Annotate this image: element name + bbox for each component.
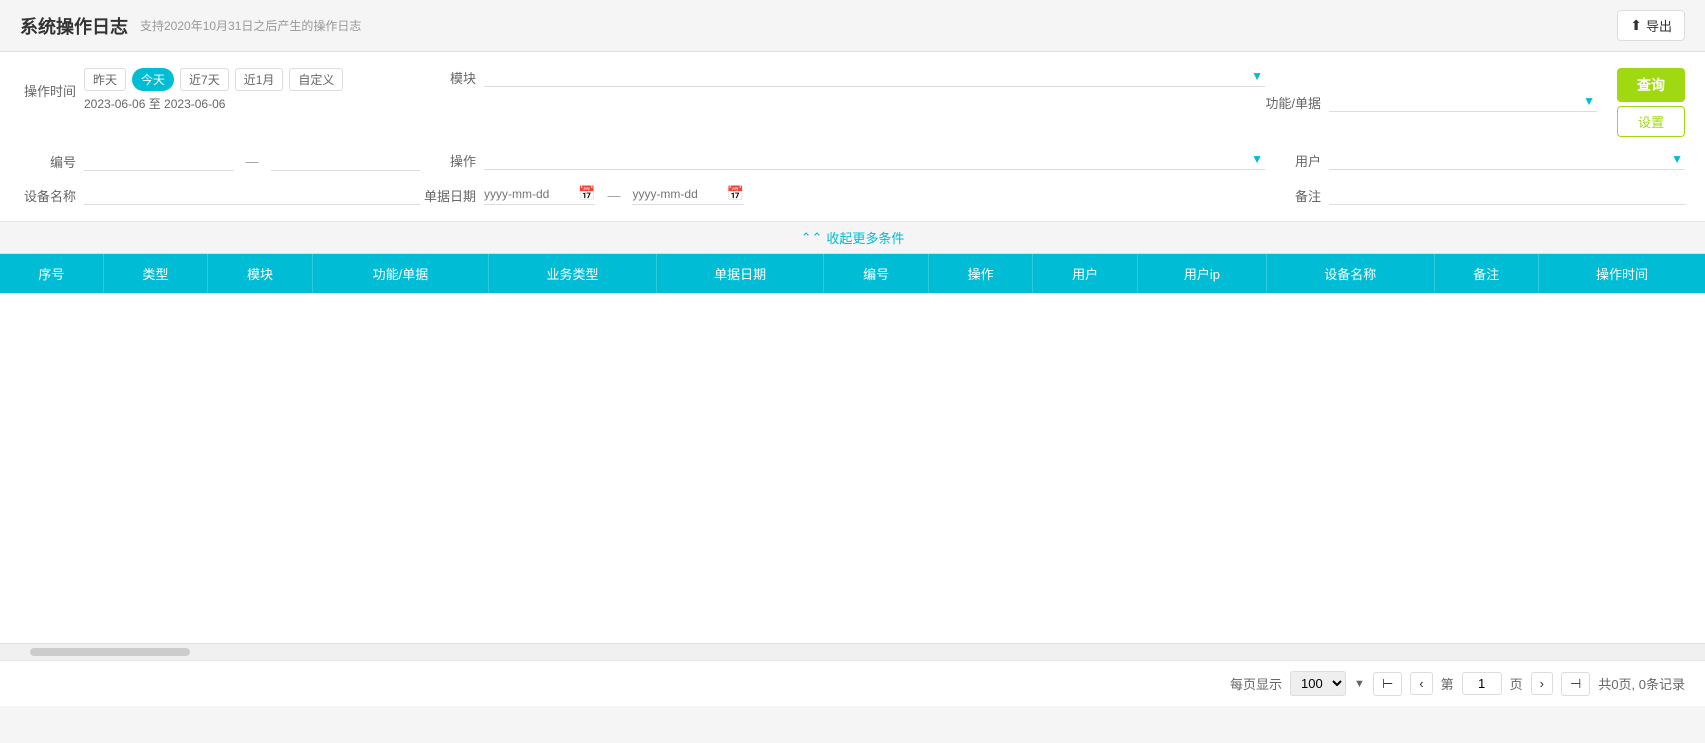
date-to-wrapper: 📅 (632, 185, 743, 205)
col-op-time: 操作时间 (1539, 254, 1705, 293)
page-label: 第 (1441, 674, 1454, 693)
device-input[interactable] (84, 185, 420, 205)
collapse-bar[interactable]: ⌃⌃ 收起更多条件 (0, 222, 1705, 254)
per-page-label: 每页显示 (1230, 674, 1282, 693)
col-seq: 序号 (0, 254, 103, 293)
calendar-from-icon[interactable]: 📅 (578, 185, 595, 202)
filter-row-2: 编号 — 操作 ▼ 用户 (20, 151, 1685, 171)
time-yesterday[interactable]: 昨天 (84, 68, 126, 91)
query-button[interactable]: 查询 (1617, 68, 1685, 102)
page-prev-btn[interactable]: ‹ (1410, 672, 1432, 695)
filter-function: 功能/单据 ▼ 查询 设置 (1265, 68, 1685, 137)
function-label: 功能/单据 (1265, 93, 1321, 112)
empty-area (0, 293, 1705, 643)
calendar-to-icon[interactable]: 📅 (726, 185, 743, 202)
time-today[interactable]: 今天 (132, 68, 174, 91)
user-select-wrapper: ▼ (1329, 152, 1685, 170)
col-function: 功能/单据 (312, 254, 488, 293)
filter-operation: 操作 ▼ (420, 151, 1265, 170)
page-next-btn[interactable]: › (1531, 672, 1553, 695)
page-unit: 页 (1510, 674, 1523, 693)
collapse-label: 收起更多条件 (826, 228, 904, 247)
module-label: 模块 (420, 68, 476, 87)
operation-select-wrapper: ▼ (484, 152, 1265, 170)
time-range-display: 2023-06-06 至 2023-06-06 (84, 95, 420, 112)
header-row: 序号 类型 模块 功能/单据 业务类型 单据日期 编号 操作 用户 用户ip 设… (0, 254, 1705, 293)
time-1month[interactable]: 近1月 (235, 68, 284, 91)
page-title: 系统操作日志 (20, 13, 128, 39)
user-select[interactable] (1329, 152, 1685, 167)
time-selector: 昨天 今天 近7天 近1月 自定义 (84, 68, 420, 91)
filter-user: 用户 ▼ (1265, 151, 1685, 170)
page-header: 系统操作日志 支持2020年10月31日之后产生的操作日志 ⬆ 导出 (0, 0, 1705, 52)
collapse-up-icon: ⌃⌃ (801, 230, 823, 246)
scroll-thumb[interactable] (30, 648, 190, 656)
date-to-input[interactable] (632, 187, 722, 201)
pagination: 每页显示 100 50 200 ▼ ⊢ ‹ 第 页 › ⊣ 共0页, 0条记录 (0, 660, 1705, 706)
voucher-date-label: 单据日期 (420, 186, 476, 205)
col-user: 用户 (1033, 254, 1137, 293)
function-select-wrapper: ▼ (1329, 94, 1597, 112)
filter-area: 操作时间 昨天 今天 近7天 近1月 自定义 2023-06-06 至 2023… (0, 52, 1705, 222)
export-icon: ⬆ (1630, 17, 1642, 34)
col-number: 编号 (824, 254, 928, 293)
time-7days[interactable]: 近7天 (180, 68, 229, 91)
filter-device: 设备名称 (20, 185, 420, 205)
module-select-wrapper: ▼ (484, 69, 1265, 87)
total-info: 共0页, 0条记录 (1598, 674, 1685, 693)
date-from-wrapper: 📅 (484, 185, 595, 205)
col-type: 类型 (103, 254, 207, 293)
export-button[interactable]: ⬆ 导出 (1617, 10, 1685, 41)
per-page-select[interactable]: 100 50 200 (1290, 671, 1346, 696)
table-header: 序号 类型 模块 功能/单据 业务类型 单据日期 编号 操作 用户 用户ip 设… (0, 254, 1705, 293)
module-select[interactable] (484, 69, 1265, 84)
col-biz-type: 业务类型 (489, 254, 657, 293)
scroll-area (0, 643, 1705, 660)
number-label: 编号 (20, 152, 76, 171)
action-buttons: 查询 设置 (1617, 68, 1685, 137)
settings-button[interactable]: 设置 (1617, 106, 1685, 137)
user-label: 用户 (1265, 151, 1321, 170)
page-first-btn[interactable]: ⊢ (1373, 672, 1402, 696)
filter-row-3: 设备名称 单据日期 📅 — 📅 备注 (20, 185, 1685, 205)
data-table: 序号 类型 模块 功能/单据 业务类型 单据日期 编号 操作 用户 用户ip 设… (0, 254, 1705, 293)
page-subtitle: 支持2020年10月31日之后产生的操作日志 (140, 17, 361, 34)
page-number-input[interactable] (1462, 672, 1502, 695)
operation-label: 操作 (420, 151, 476, 170)
operation-select[interactable] (484, 152, 1265, 167)
device-label: 设备名称 (20, 186, 76, 205)
col-remark: 备注 (1434, 254, 1538, 293)
remark-label: 备注 (1265, 186, 1321, 205)
remark-input[interactable] (1329, 185, 1685, 205)
col-voucher-date: 单据日期 (656, 254, 824, 293)
col-operation: 操作 (928, 254, 1032, 293)
col-module: 模块 (208, 254, 312, 293)
per-page-dropdown-icon: ▼ (1354, 678, 1365, 690)
page-last-btn[interactable]: ⊣ (1561, 672, 1590, 696)
filter-remark: 备注 (1265, 185, 1685, 205)
function-select[interactable] (1329, 94, 1597, 109)
number-from-input[interactable] (84, 151, 234, 171)
time-custom[interactable]: 自定义 (289, 68, 343, 91)
table-container: 序号 类型 模块 功能/单据 业务类型 单据日期 编号 操作 用户 用户ip 设… (0, 254, 1705, 643)
filter-row-1: 操作时间 昨天 今天 近7天 近1月 自定义 2023-06-06 至 2023… (20, 68, 1685, 137)
number-to-input[interactable] (271, 151, 421, 171)
time-label: 操作时间 (20, 81, 76, 100)
col-device: 设备名称 (1266, 254, 1434, 293)
filter-voucher-date: 单据日期 📅 — 📅 (420, 185, 1265, 205)
filter-number: 编号 — (20, 151, 420, 171)
date-from-input[interactable] (484, 187, 574, 201)
filter-time: 操作时间 昨天 今天 近7天 近1月 自定义 2023-06-06 至 2023… (20, 68, 420, 112)
filter-module: 模块 ▼ (420, 68, 1265, 87)
col-user-ip: 用户ip (1137, 254, 1266, 293)
